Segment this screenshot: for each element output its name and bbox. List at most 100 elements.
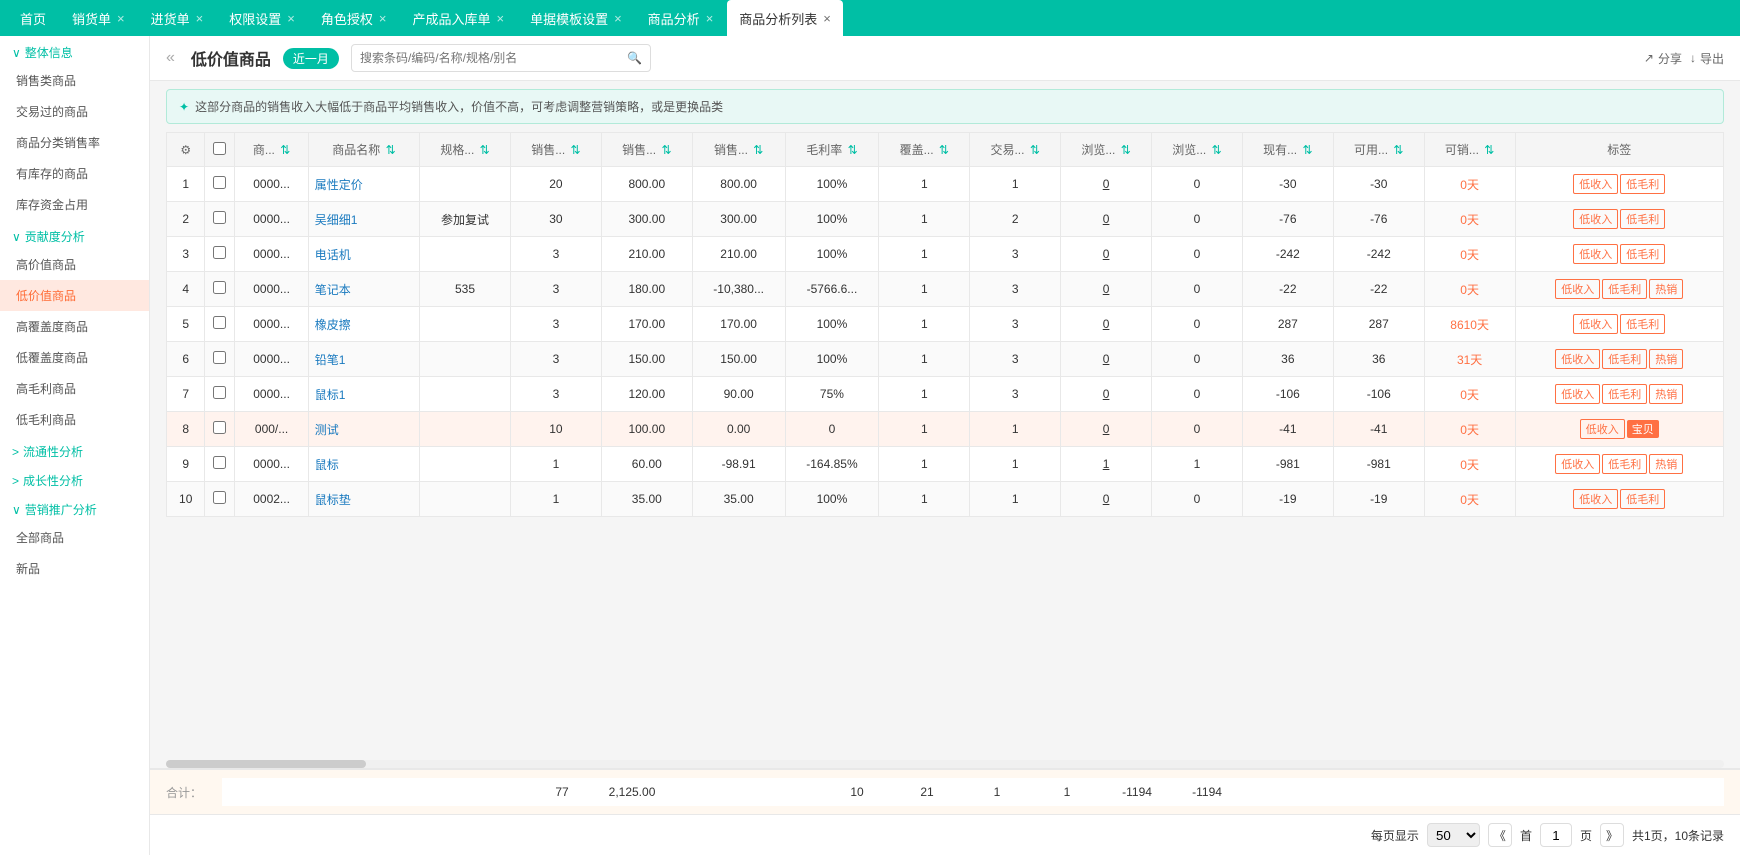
row-checkbox[interactable] [213,386,226,399]
view-link[interactable]: 1 [1103,457,1110,471]
row-name[interactable]: 测试 [308,412,419,447]
nav-permission-settings[interactable]: 权限设置 × [217,0,307,36]
view-link[interactable]: 0 [1103,492,1110,506]
nav-close-purchase[interactable]: × [196,11,204,26]
sidebar-item-new-goods[interactable]: 新品 [0,553,149,584]
sidebar-item-low-margin[interactable]: 低毛利商品 [0,404,149,435]
row-name[interactable]: 鼠标1 [308,377,419,412]
view-link[interactable]: 0 [1103,212,1110,226]
sidebar-item-category-sales-rate[interactable]: 商品分类销售率 [0,127,149,158]
view-link[interactable]: 0 [1103,317,1110,331]
nav-product-analysis[interactable]: 商品分析 × [636,0,726,36]
sidebar-item-high-value[interactable]: 高价值商品 [0,249,149,280]
row-checkbox[interactable] [213,421,226,434]
last-page-button[interactable]: 》 [1600,823,1624,847]
view-link[interactable]: 0 [1103,177,1110,191]
row-name[interactable]: 笔记本 [308,272,419,307]
nav-product-analysis-list[interactable]: 商品分析列表 × [727,0,843,36]
th-stock2[interactable]: 可用... ⇅ [1333,133,1424,167]
row-checkbox[interactable] [213,281,226,294]
sidebar-group-contribution[interactable]: ∨ 贡献度分析 [0,220,149,249]
sidebar-group-growth[interactable]: > 成长性分析 [0,464,149,493]
row-checkbox[interactable] [213,246,226,259]
share-button[interactable]: ↗ 分享 [1644,50,1682,67]
th-view1[interactable]: 浏览... ⇅ [1061,133,1152,167]
per-page-select[interactable]: 50 100 [1427,823,1480,847]
th-trans[interactable]: 交易... ⇅ [970,133,1061,167]
nav-close-analysis[interactable]: × [706,11,714,26]
sidebar-item-high-margin[interactable]: 高毛利商品 [0,373,149,404]
nav-close-perm[interactable]: × [287,11,295,26]
nav-sales-order[interactable]: 销货单 × [60,0,137,36]
nav-finished-goods[interactable]: 产成品入库单 × [400,0,516,36]
th-qty[interactable]: 销售... ⇅ [510,133,601,167]
row-view1[interactable]: 0 [1061,167,1152,202]
row-name[interactable]: 铅笔1 [308,342,419,377]
view-link[interactable]: 0 [1103,282,1110,296]
row-name[interactable]: 电话机 [308,237,419,272]
row-view1[interactable]: 0 [1061,202,1152,237]
sidebar-group-marketing[interactable]: ∨ 营销推广分析 [0,493,149,522]
th-margin[interactable]: 毛利率 ⇅ [785,133,879,167]
th-stock1[interactable]: 现有... ⇅ [1242,133,1333,167]
filter-tag-recent-month[interactable]: 近一月 [283,48,339,69]
th-amt1[interactable]: 销售... ⇅ [601,133,692,167]
row-name[interactable]: 鼠标垫 [308,482,419,517]
th-spec[interactable]: 规格... ⇅ [420,133,511,167]
view-link[interactable]: 0 [1103,422,1110,436]
nav-template-settings[interactable]: 单据模板设置 × [518,0,634,36]
row-checkbox[interactable] [213,351,226,364]
sidebar-item-all-goods[interactable]: 全部商品 [0,522,149,553]
th-tags[interactable]: 标签 [1515,133,1723,167]
select-all-checkbox[interactable] [213,142,226,155]
nav-close-list[interactable]: × [823,11,831,26]
horizontal-scrollbar[interactable] [166,760,1724,768]
scrollbar-thumb[interactable] [166,760,366,768]
th-name[interactable]: 商品名称 ⇅ [308,133,419,167]
sidebar-collapse-button[interactable]: « [166,49,175,67]
sidebar-group-circulation[interactable]: > 流通性分析 [0,435,149,464]
export-button[interactable]: ↓ 导出 [1690,50,1724,67]
th-settings[interactable]: ⚙ [167,133,205,167]
sidebar-item-stock-fund[interactable]: 库存资金占用 [0,189,149,220]
th-view2[interactable]: 浏览... ⇅ [1152,133,1243,167]
sidebar-group-overall[interactable]: ∨ 整体信息 [0,36,149,65]
row-checkbox[interactable] [213,211,226,224]
th-coverage[interactable]: 覆盖... ⇅ [879,133,970,167]
row-checkbox[interactable] [213,176,226,189]
nav-close-template[interactable]: × [614,11,622,26]
sidebar-item-low-value[interactable]: 低价值商品 [0,280,149,311]
nav-role-auth[interactable]: 角色授权 × [309,0,399,36]
row-view1[interactable]: 0 [1061,237,1152,272]
row-view1[interactable]: 0 [1061,342,1152,377]
view-link[interactable]: 0 [1103,247,1110,261]
row-checkbox[interactable] [213,316,226,329]
nav-close-finished[interactable]: × [496,11,504,26]
sidebar-item-low-coverage[interactable]: 低覆盖度商品 [0,342,149,373]
search-icon[interactable]: 🔍 [627,51,642,65]
nav-home[interactable]: 首页 [8,0,58,36]
sidebar-item-high-coverage[interactable]: 高覆盖度商品 [0,311,149,342]
search-input[interactable] [360,51,627,65]
nav-close-role[interactable]: × [379,11,387,26]
sidebar-item-sales-goods[interactable]: 销售类商品 [0,65,149,96]
nav-purchase-order[interactable]: 进货单 × [139,0,216,36]
nav-close-sales[interactable]: × [117,11,125,26]
row-name[interactable]: 属性定价 [308,167,419,202]
row-view1[interactable]: 0 [1061,377,1152,412]
th-checkbox[interactable] [205,133,235,167]
row-name[interactable]: 吴细细1 [308,202,419,237]
page-number-input[interactable] [1540,823,1572,847]
row-view1[interactable]: 0 [1061,272,1152,307]
row-view1[interactable]: 0 [1061,412,1152,447]
row-view1[interactable]: 1 [1061,447,1152,482]
sidebar-item-traded-goods[interactable]: 交易过的商品 [0,96,149,127]
row-view1[interactable]: 0 [1061,482,1152,517]
table-wrapper[interactable]: ⚙ 商... ⇅ 商品名称 ⇅ 规格... ⇅ 销售... ⇅ 销售... ⇅ … [150,132,1740,760]
th-code[interactable]: 商... ⇅ [235,133,308,167]
row-view1[interactable]: 0 [1061,307,1152,342]
view-link[interactable]: 0 [1103,352,1110,366]
row-name[interactable]: 鼠标 [308,447,419,482]
first-page-button[interactable]: 《 [1488,823,1512,847]
row-name[interactable]: 橡皮擦 [308,307,419,342]
